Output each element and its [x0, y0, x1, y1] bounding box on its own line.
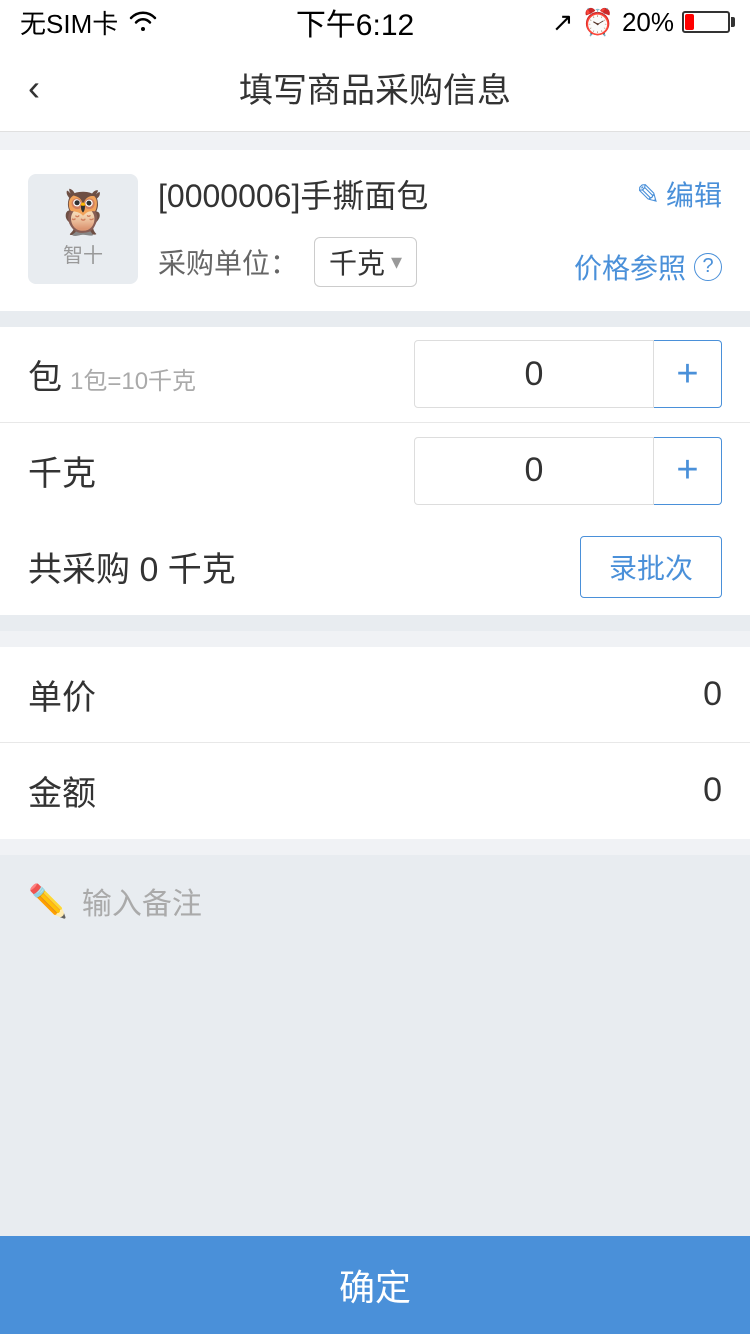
price-ref-button[interactable]: 价格参照 ?: [574, 247, 722, 287]
nav-bar: ‹ 填写商品采购信息: [0, 44, 750, 132]
summary-text: 共采购 0 千克: [28, 542, 236, 591]
page-title: 填写商品采购信息: [239, 63, 511, 112]
location-icon: ↗: [552, 7, 574, 38]
product-image: 🦉 智十: [28, 174, 138, 284]
remark-placeholder: 输入备注: [82, 879, 202, 923]
bag-input-row: 包1包=10千克 +: [0, 327, 750, 423]
unit-value: 千克: [329, 242, 385, 282]
status-bar: 无SIM卡 下午6:12 ↗ ⏰ 20%: [0, 0, 750, 44]
kg-input-row: 千克 +: [0, 423, 750, 519]
unit-label: 采购单位：: [158, 242, 298, 282]
bottom-spacer: [0, 947, 750, 1236]
bag-plus-button[interactable]: +: [654, 340, 722, 408]
alarm-icon: ⏰: [582, 7, 614, 38]
edit-icon: ✎: [637, 178, 660, 211]
amount-value: 0: [703, 771, 722, 810]
section-divider-2: [0, 615, 750, 631]
kg-qty-input[interactable]: [414, 437, 654, 505]
summary-row: 共采购 0 千克 录批次: [0, 519, 750, 615]
battery-icon: [682, 11, 730, 33]
unit-price-label: 单价: [28, 670, 96, 719]
amount-row: 金额 0: [0, 743, 750, 839]
price-ref-label: 价格参照: [574, 247, 686, 287]
confirm-label: 确定: [339, 1259, 411, 1311]
product-image-label: 智十: [63, 239, 103, 268]
edit-button[interactable]: ✎ 编辑: [637, 174, 722, 214]
product-card: 🦉 智十 [0000006]手撕面包 采购单位： 千克 ▾ ✎ 编辑 价格参照 …: [0, 150, 750, 311]
batch-button[interactable]: 录批次: [580, 536, 722, 598]
kg-qty-box: +: [414, 437, 722, 505]
back-button[interactable]: ‹: [28, 67, 40, 109]
wifi-icon: [128, 7, 158, 38]
bag-label: 包1包=10千克: [28, 350, 196, 399]
product-owl-icon: 🦉: [56, 191, 111, 235]
status-bar-left: 无SIM卡: [20, 4, 158, 41]
amount-label: 金额: [28, 766, 96, 815]
battery-percent: 20%: [622, 7, 674, 38]
bag-qty-input[interactable]: [414, 340, 654, 408]
status-bar-time: 下午6:12: [296, 0, 414, 44]
kg-input-wrap: +: [108, 437, 722, 505]
chevron-down-icon: ▾: [391, 249, 402, 275]
bag-qty-box: +: [414, 340, 722, 408]
input-section: 包1包=10千克 + 千克 +: [0, 327, 750, 519]
bag-sub-label: 1包=10千克: [70, 368, 196, 395]
remark-section[interactable]: ✏️ 输入备注: [0, 855, 750, 947]
unit-select[interactable]: 千克 ▾: [314, 237, 417, 287]
edit-label: 编辑: [666, 174, 722, 214]
section-divider-1: [0, 311, 750, 327]
kg-plus-button[interactable]: +: [654, 437, 722, 505]
kg-label: 千克: [28, 446, 108, 495]
unit-price-value: 0: [703, 675, 722, 714]
confirm-button[interactable]: 确定: [0, 1236, 750, 1334]
unit-price-row: 单价 0: [0, 647, 750, 743]
carrier-text: 无SIM卡: [20, 4, 118, 41]
bag-input-wrap: +: [196, 340, 722, 408]
status-bar-right: ↗ ⏰ 20%: [552, 7, 730, 38]
price-section: 单价 0 金额 0: [0, 647, 750, 839]
pencil-icon: ✏️: [28, 882, 68, 920]
info-icon: ?: [694, 253, 722, 281]
